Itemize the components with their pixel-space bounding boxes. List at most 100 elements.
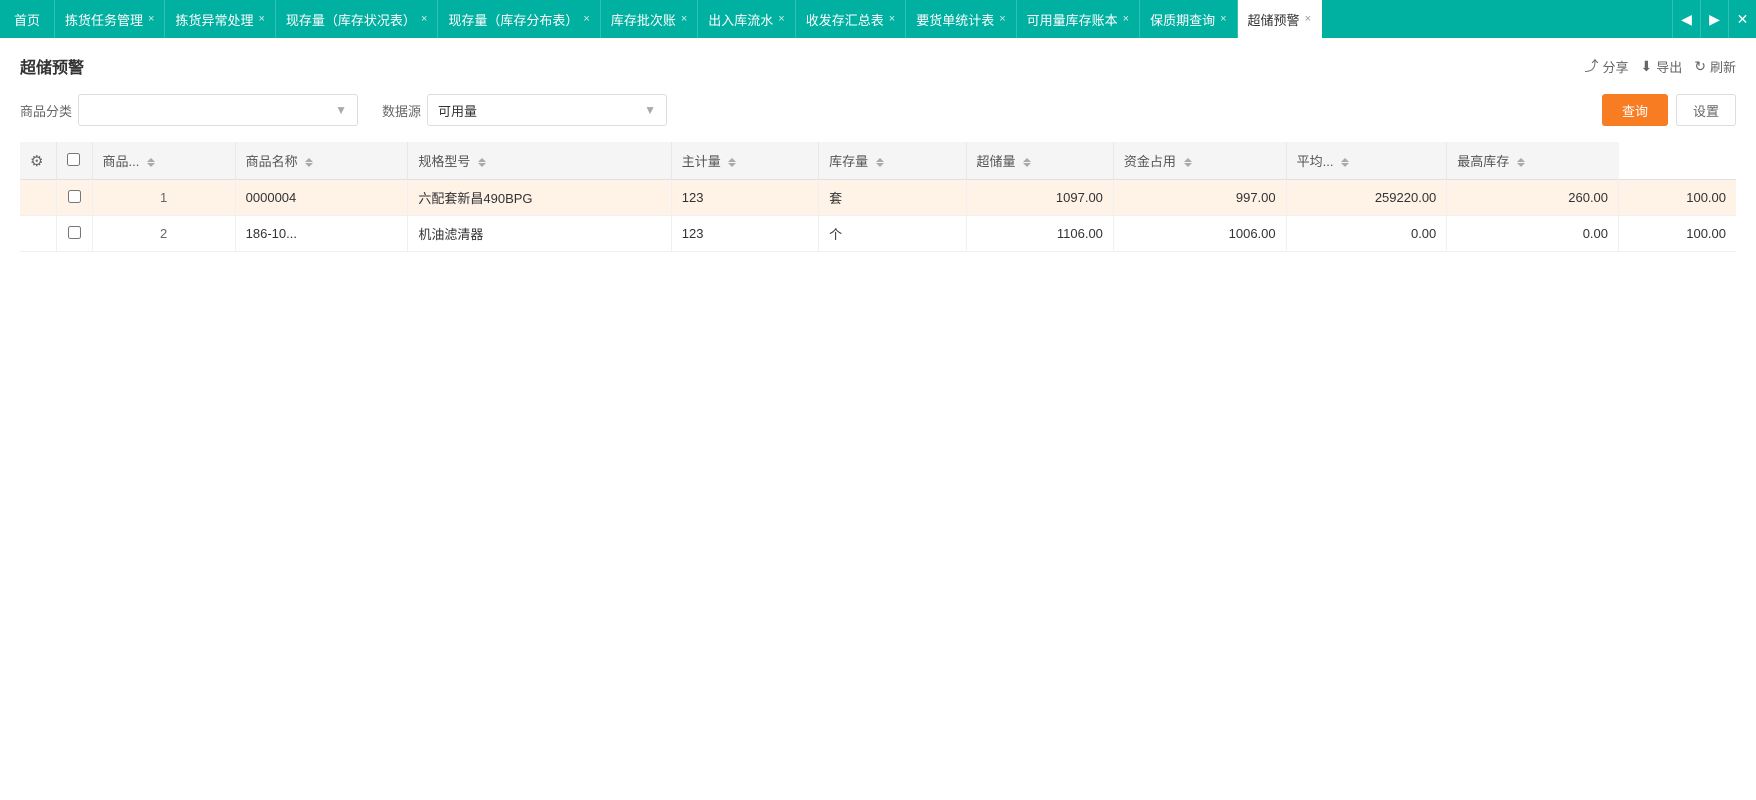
- row-settings-cell: [20, 216, 56, 252]
- sort-icon: [1341, 158, 1349, 167]
- filter-row: 商品分类 ▼ 数据源 可用量 ▼ 查询 设置: [20, 94, 1736, 126]
- sort-icon: [305, 158, 313, 167]
- row-checkbox[interactable]: [68, 226, 81, 239]
- top-navigation: 首页 拣货任务管理 × 拣货异常处理 × 现存量（库存状况表） × 现存量（库存…: [0, 0, 1756, 38]
- datasource-select-value: 可用量: [438, 101, 477, 120]
- th-overstock[interactable]: 超储量: [966, 142, 1113, 180]
- th-spec[interactable]: 规格型号: [408, 142, 671, 180]
- nav-arrows: ◀ ▶ ✕: [1672, 0, 1756, 38]
- close-tab-active-icon[interactable]: ×: [1305, 13, 1311, 25]
- nav-tab-xiancunliang-status[interactable]: 现存量（库存状况表） ×: [276, 0, 438, 38]
- table-row: 1 0000004 六配套新昌490BPG 123 套 1097.00 997.…: [20, 180, 1736, 216]
- row-settings-cell: [20, 180, 56, 216]
- nav-tab-chaochuyujing[interactable]: 超储预警 ×: [1238, 0, 1322, 38]
- cell-avg: 260.00: [1447, 180, 1619, 216]
- share-button[interactable]: ⤴ 分享: [1584, 56, 1628, 76]
- page-title: 超储预警: [20, 54, 84, 78]
- close-tab-icon[interactable]: ×: [148, 13, 154, 25]
- nav-tab-xiancunliang-dist[interactable]: 现存量（库存分布表） ×: [438, 0, 600, 38]
- datasource-filter: 数据源 可用量 ▼: [382, 94, 667, 126]
- close-tab-icon[interactable]: ×: [1123, 13, 1129, 25]
- cell-spec: 123: [671, 216, 818, 252]
- th-capital[interactable]: 资金占用: [1113, 142, 1286, 180]
- export-button[interactable]: ⬇ 导出: [1641, 57, 1683, 76]
- header-actions: ⤴ 分享 ⬇ 导出 ↻ 刷新: [1584, 56, 1736, 76]
- cell-overstock: 1006.00: [1113, 216, 1286, 252]
- refresh-button[interactable]: ↻ 刷新: [1694, 57, 1736, 76]
- share-icon: ⤴: [1584, 56, 1598, 76]
- nav-tab-inout-flow[interactable]: 出入库流水 ×: [698, 0, 795, 38]
- close-tab-icon[interactable]: ×: [681, 13, 687, 25]
- th-name[interactable]: 商品名称: [235, 142, 408, 180]
- th-code[interactable]: 商品...: [92, 142, 235, 180]
- filter-actions: 查询 设置: [1602, 94, 1736, 126]
- cell-code: 0000004: [235, 180, 408, 216]
- refresh-icon: ↻: [1694, 58, 1706, 75]
- th-unit[interactable]: 主计量: [671, 142, 818, 180]
- sort-icon: [147, 158, 155, 167]
- cell-capital: 259220.00: [1286, 180, 1447, 216]
- close-tab-icon[interactable]: ×: [421, 13, 427, 25]
- sort-icon: [478, 158, 486, 167]
- cell-name: 机油滤清器: [408, 216, 671, 252]
- close-tab-icon[interactable]: ×: [889, 13, 895, 25]
- cell-num: 1: [92, 180, 235, 216]
- cell-unit: 个: [819, 216, 966, 252]
- cell-stock: 1106.00: [966, 216, 1113, 252]
- row-checkbox-cell: [56, 216, 92, 252]
- category-label: 商品分类: [20, 101, 72, 120]
- sort-icon: [876, 158, 884, 167]
- th-avg[interactable]: 平均...: [1286, 142, 1447, 180]
- nav-tab-shoufa-summary[interactable]: 收发存汇总表 ×: [796, 0, 906, 38]
- row-checkbox-cell: [56, 180, 92, 216]
- table-row: 2 186-10... 机油滤清器 123 个 1106.00 1006.00 …: [20, 216, 1736, 252]
- chevron-down-icon: ▼: [644, 103, 656, 117]
- cell-num: 2: [92, 216, 235, 252]
- cell-stock: 1097.00: [966, 180, 1113, 216]
- close-tab-icon[interactable]: ×: [1220, 13, 1226, 25]
- th-maxstock[interactable]: 最高库存: [1447, 142, 1619, 180]
- export-icon: ⬇: [1641, 58, 1653, 75]
- page-content: 超储预警 ⤴ 分享 ⬇ 导出 ↻ 刷新 商品分类 ▼ 数据源: [0, 38, 1756, 268]
- nav-close-all[interactable]: ✕: [1728, 0, 1756, 38]
- row-checkbox[interactable]: [68, 190, 81, 203]
- query-button[interactable]: 查询: [1602, 94, 1668, 126]
- table-body: 1 0000004 六配套新昌490BPG 123 套 1097.00 997.…: [20, 180, 1736, 252]
- nav-tab-yaohuo-stats[interactable]: 要货单统计表 ×: [906, 0, 1016, 38]
- datasource-select[interactable]: 可用量 ▼: [427, 94, 667, 126]
- th-gear[interactable]: ⚙: [20, 142, 56, 180]
- page-header: 超储预警 ⤴ 分享 ⬇ 导出 ↻ 刷新: [20, 54, 1736, 78]
- cell-unit: 套: [819, 180, 966, 216]
- table-header: ⚙ 商品... 商品名称 规格型号 主计量: [20, 142, 1736, 180]
- th-stock[interactable]: 库存量: [819, 142, 966, 180]
- nav-tab-keyongliang[interactable]: 可用量库存账本 ×: [1017, 0, 1140, 38]
- cell-overstock: 997.00: [1113, 180, 1286, 216]
- category-select[interactable]: ▼: [78, 94, 358, 126]
- nav-prev-arrow[interactable]: ◀: [1672, 0, 1700, 38]
- settings-button[interactable]: 设置: [1676, 94, 1736, 126]
- cell-avg: 0.00: [1447, 216, 1619, 252]
- cell-spec: 123: [671, 180, 818, 216]
- datasource-label: 数据源: [382, 101, 421, 120]
- sort-icon: [1517, 158, 1525, 167]
- nav-tab-jianhuo-yichang[interactable]: 拣货异常处理 ×: [165, 0, 275, 38]
- cell-name: 六配套新昌490BPG: [408, 180, 671, 216]
- cell-maxstock: 100.00: [1619, 216, 1736, 252]
- nav-home[interactable]: 首页: [0, 0, 55, 38]
- cell-capital: 0.00: [1286, 216, 1447, 252]
- nav-tab-jianhuo-renwu[interactable]: 拣货任务管理 ×: [55, 0, 165, 38]
- close-tab-icon[interactable]: ×: [778, 13, 784, 25]
- data-table: ⚙ 商品... 商品名称 规格型号 主计量: [20, 142, 1736, 252]
- close-tab-icon[interactable]: ×: [999, 13, 1005, 25]
- category-filter: 商品分类 ▼: [20, 94, 358, 126]
- nav-tab-kucun-batch[interactable]: 库存批次账 ×: [601, 0, 698, 38]
- close-tab-icon[interactable]: ×: [258, 13, 264, 25]
- gear-icon[interactable]: ⚙: [30, 153, 43, 170]
- select-all-checkbox[interactable]: [67, 153, 80, 166]
- cell-code: 186-10...: [235, 216, 408, 252]
- nav-tab-baozhiqi[interactable]: 保质期查询 ×: [1140, 0, 1237, 38]
- sort-icon: [1184, 158, 1192, 167]
- nav-next-arrow[interactable]: ▶: [1700, 0, 1728, 38]
- sort-icon: [1023, 158, 1031, 167]
- close-tab-icon[interactable]: ×: [583, 13, 589, 25]
